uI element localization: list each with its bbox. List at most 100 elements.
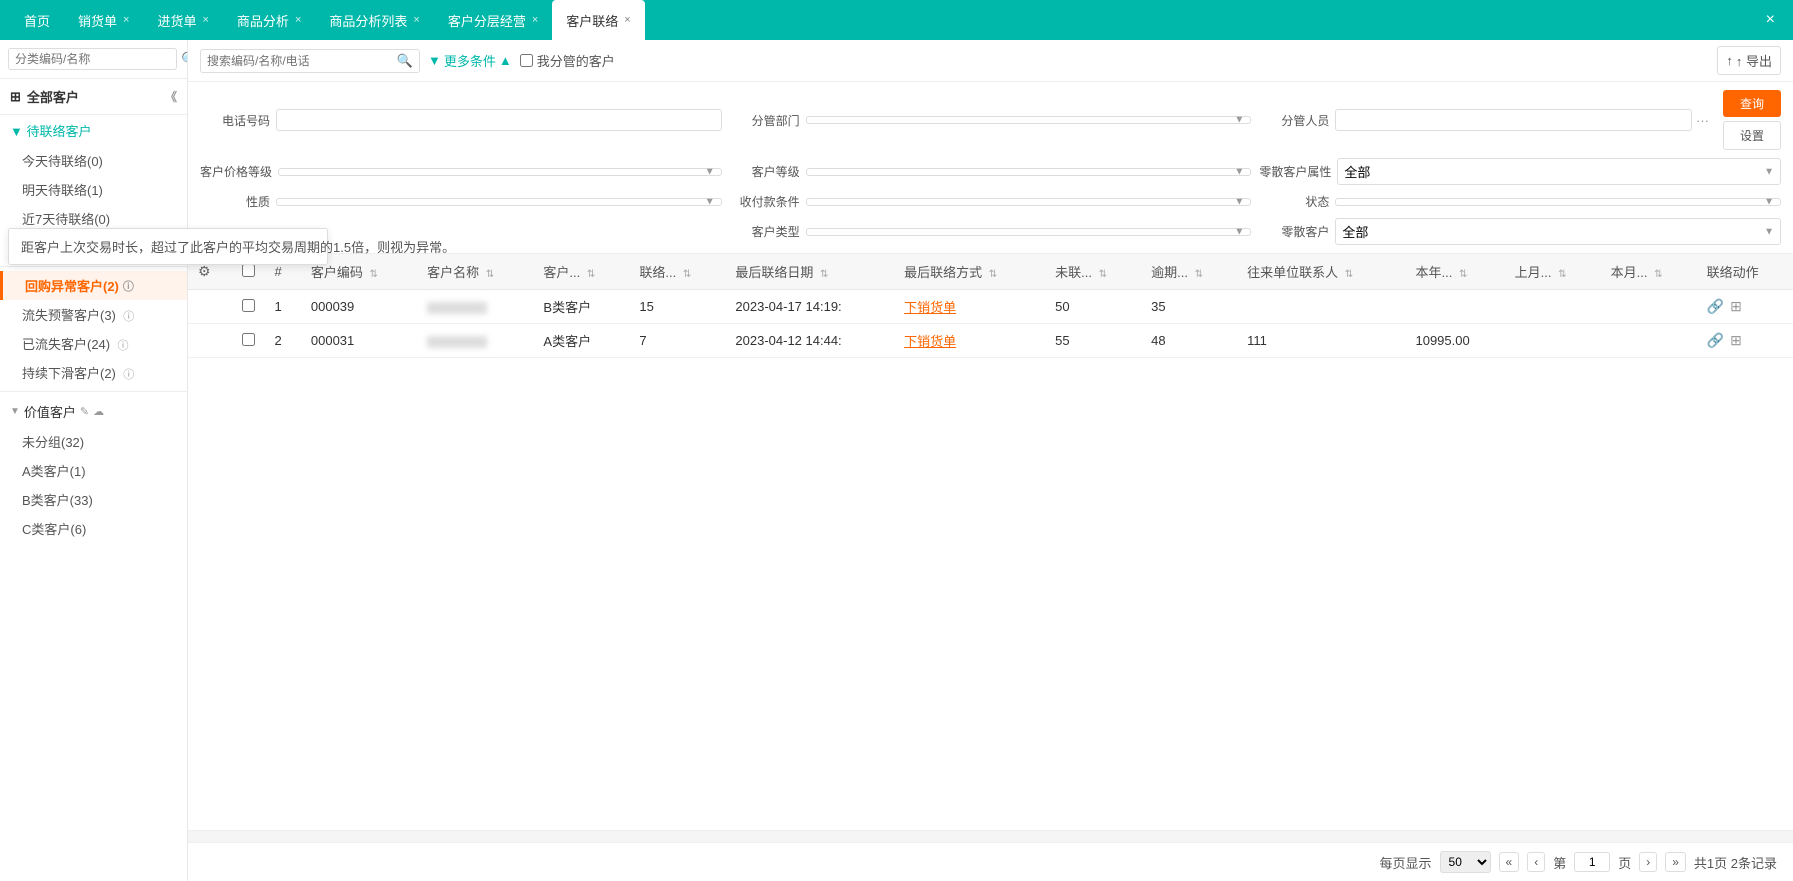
nav-tab-sales[interactable]: 销货单 × [64,0,143,40]
col-contact[interactable]: 联络... ⇅ [629,254,725,290]
sidebar-item-tomorrow[interactable]: 明天待联络(1) [0,175,187,204]
sidebar-item-repurchase[interactable]: 回购异常客户(2) ⓘ [0,271,187,300]
sidebar-item-today[interactable]: 今天待联络(0) [0,146,187,175]
manager-dots-icon[interactable]: ··· [1696,113,1709,128]
settings-button[interactable]: 设置 [1723,121,1781,150]
page-number-input[interactable] [1574,852,1610,872]
declining-info-icon[interactable]: ⓘ [123,369,134,381]
horizontal-scrollbar[interactable] [188,830,1793,842]
col-this-year[interactable]: 本年... ⇅ [1405,254,1504,290]
row-grid-icon[interactable]: ⊞ [1730,298,1742,315]
repurchase-info-icon[interactable]: ⓘ [123,278,134,294]
last-page-button[interactable]: » [1665,852,1686,872]
col-last-month-sort-icon[interactable]: ⇅ [1558,269,1566,280]
nav-tab-analysis[interactable]: 商品分析 × [223,0,315,40]
row-checkbox[interactable] [242,299,255,312]
sidebar-item-loss-warning[interactable]: 流失预警客户(3) ⓘ [0,300,187,329]
window-close-button[interactable]: × [1758,11,1783,29]
select-all-checkbox[interactable] [242,264,255,277]
retail-customer-select[interactable]: 全部 ▼ [1335,218,1781,245]
price-level-select[interactable]: ▼ [278,168,722,176]
row-link-icon[interactable]: 🔗 [1707,298,1724,315]
col-type-sort-icon[interactable]: ⇅ [587,269,595,280]
row-last-way[interactable]: 下销货单 [894,290,1045,324]
sidebar-item-lost[interactable]: 已流失客户(24) ⓘ [0,329,187,358]
nav-tab-analysis-list-close[interactable]: × [413,14,419,26]
status-select-container: ▼ [1335,198,1781,206]
lost-info-icon[interactable]: ⓘ [117,340,128,352]
col-this-year-sort-icon[interactable]: ⇅ [1459,269,1467,280]
row-grid-icon[interactable]: ⊞ [1730,332,1742,349]
nav-tab-home[interactable]: 首页 [10,0,64,40]
col-type[interactable]: 客户... ⇅ [533,254,629,290]
col-this-month[interactable]: 本月... ⇅ [1601,254,1697,290]
col-last-way[interactable]: 最后联络方式 ⇅ [894,254,1045,290]
my-customer-label: 我分管的客户 [537,51,615,70]
phone-input[interactable] [276,109,722,131]
more-conditions-button[interactable]: ▼ 更多条件 ▲ [428,51,512,70]
my-customer-checkbox[interactable] [520,54,533,67]
sidebar-item-declining[interactable]: 持续下滑客户(2) ⓘ [0,358,187,387]
nav-tab-sales-close[interactable]: × [123,14,129,26]
nav-tab-customer-mgmt[interactable]: 客户分层经营 × [434,0,552,40]
nav-tab-analysis-close[interactable]: × [295,14,301,26]
sidebar-value-group-title[interactable]: ▼ 价值客户 ✎ ☁ [0,396,187,427]
sidebar-search-input[interactable] [8,48,177,70]
col-contacts-sort-icon[interactable]: ⇅ [1345,269,1353,280]
prev-page-button[interactable]: ‹ [1527,852,1545,872]
dept-select[interactable]: ▼ [806,116,1252,124]
sidebar-pending-group-title[interactable]: ▼ 待联络客户 [0,115,187,146]
main-search-icon[interactable]: 🔍 [397,53,413,69]
col-overdue-sort-icon[interactable]: ⇅ [1195,269,1203,280]
manager-input[interactable] [1335,109,1692,131]
nav-tab-purchase[interactable]: 进货单 × [143,0,222,40]
sidebar-item-c-class[interactable]: C类客户(6) [0,514,187,543]
manager-label: 分管人员 [1259,112,1329,129]
query-button[interactable]: 查询 [1723,90,1781,117]
col-contact-sort-icon[interactable]: ⇅ [683,269,691,280]
nav-tab-customer-contact[interactable]: 客户联络 × [552,0,644,40]
payment-select[interactable]: ▼ [806,198,1252,206]
customer-type-select[interactable]: ▼ [806,228,1252,236]
loss-warning-info-icon[interactable]: ⓘ [123,311,134,323]
col-contacts[interactable]: 往来单位联系人 ⇅ [1237,254,1405,290]
value-group-edit2-icon[interactable]: ☁ [93,405,104,418]
next-page-button[interactable]: › [1639,852,1657,872]
col-last-month[interactable]: 上月... ⇅ [1505,254,1601,290]
row-this-year: 10995.00 [1405,324,1504,358]
first-page-button[interactable]: « [1499,852,1520,872]
sidebar-item-ungroup[interactable]: 未分组(32) [0,427,187,456]
sidebar-search-icon[interactable]: 🔍 [181,51,188,68]
nav-tab-purchase-close[interactable]: × [202,14,208,26]
nav-tab-analysis-list[interactable]: 商品分析列表 × [315,0,433,40]
sidebar-all-customers[interactable]: ⊞ 全部客户 《 [0,79,187,115]
main-search-input[interactable] [207,54,397,68]
col-unread-sort-icon[interactable]: ⇅ [1099,269,1107,280]
col-name-sort-icon[interactable]: ⇅ [486,269,494,280]
col-name[interactable]: 客户名称 ⇅ [417,254,533,290]
nav-tab-customer-contact-close[interactable]: × [624,14,630,26]
col-code-sort-icon[interactable]: ⇅ [370,269,378,280]
row-link-icon[interactable]: 🔗 [1707,332,1724,349]
col-last-date[interactable]: 最后联络日期 ⇅ [725,254,894,290]
row-checkbox[interactable] [242,333,255,346]
nature-select[interactable]: ▼ [276,198,722,206]
sidebar-collapse-button[interactable]: 《 [165,88,177,105]
table-settings-icon[interactable]: ⚙ [198,263,211,279]
col-this-month-sort-icon[interactable]: ⇅ [1654,269,1662,280]
export-button[interactable]: ↑ ↑ 导出 [1717,46,1781,75]
status-select[interactable]: ▼ [1335,198,1781,206]
sidebar-item-b-class[interactable]: B类客户(33) [0,485,187,514]
value-group-edit-icon[interactable]: ✎ [80,405,89,418]
retail-attr-select[interactable]: 全部 ▼ [1337,158,1781,185]
col-unread[interactable]: 未联... ⇅ [1045,254,1141,290]
filter-bar: 🔍 ▼ 更多条件 ▲ 我分管的客户 ↑ ↑ 导出 [188,40,1793,82]
nav-tab-customer-mgmt-close[interactable]: × [532,14,538,26]
row-last-way[interactable]: 下销货单 [894,324,1045,358]
sidebar-item-a-class[interactable]: A类客户(1) [0,456,187,485]
col-last-date-sort-icon[interactable]: ⇅ [820,269,828,280]
col-last-way-sort-icon[interactable]: ⇅ [989,269,997,280]
page-size-select[interactable]: 50 100 [1440,851,1491,873]
col-overdue[interactable]: 逾期... ⇅ [1141,254,1237,290]
customer-level-select[interactable]: ▼ [806,168,1252,176]
